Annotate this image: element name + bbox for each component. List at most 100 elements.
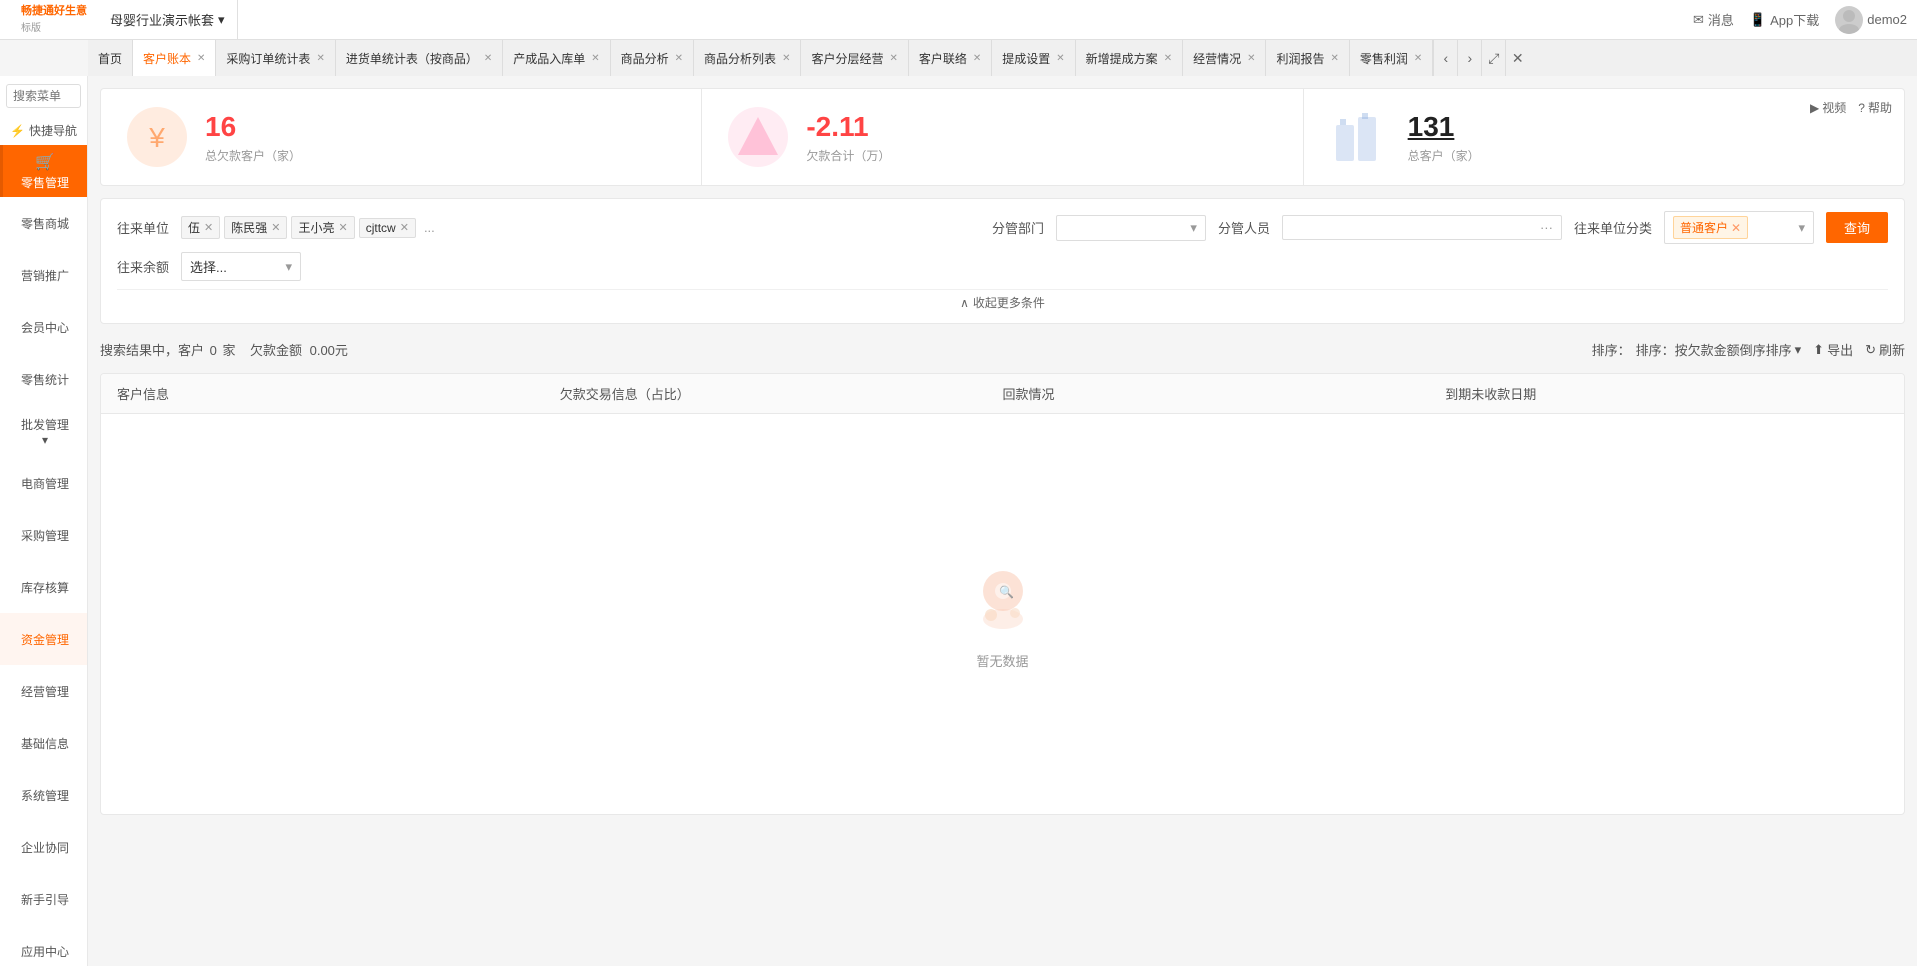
tab-customer-stratification[interactable]: 客户分层经营 ✕ xyxy=(801,40,908,76)
tab-commission-close[interactable]: ✕ xyxy=(1056,53,1064,64)
tab-product-list-close[interactable]: ✕ xyxy=(782,53,790,64)
sidebar-item-wholesale-mgmt[interactable]: 批发管理 ▾ xyxy=(0,405,87,457)
query-button[interactable]: 查询 xyxy=(1826,212,1888,243)
sidebar-item-ecommerce[interactable]: 电商管理 xyxy=(0,457,87,509)
debt-amount-label: 欠款金额 xyxy=(250,343,302,358)
debt-bg-icon xyxy=(726,105,790,169)
refresh-icon: ↻ xyxy=(1865,342,1876,358)
sidebar-item-sys-mgmt[interactable]: 系统管理 xyxy=(0,769,87,821)
tab-contact-close[interactable]: ✕ xyxy=(973,53,981,64)
tab-inbound-stats[interactable]: 进货单统计表（按商品） ✕ xyxy=(336,40,503,76)
tab-profit-close[interactable]: ✕ xyxy=(1331,53,1339,64)
tab-scroll-right[interactable]: › xyxy=(1457,40,1481,76)
svg-text:🔍: 🔍 xyxy=(999,584,1014,599)
sidebar-item-marketing[interactable]: 营销推广 xyxy=(0,249,87,301)
logo: 畅捷通好生意 标版 xyxy=(10,5,98,33)
sidebar-item-retail-mgmt[interactable]: 🛒 零售管理 xyxy=(0,145,87,197)
tab-close-all[interactable]: ✕ xyxy=(1505,40,1529,76)
basic-info-label: 基础信息 xyxy=(21,735,69,752)
sort-dropdown[interactable]: 排序： 排序：按欠款金额倒序排序 ▾ xyxy=(1592,340,1802,359)
customer-count-value: 0 xyxy=(210,343,217,358)
sidebar-item-corp-collab[interactable]: 企业协同 xyxy=(0,821,87,873)
tab-home[interactable]: 首页 xyxy=(88,40,133,76)
tab-product-analysis-list[interactable]: 商品分析列表 ✕ xyxy=(694,40,801,76)
filter-tag-wang: 王小亮 ✕ xyxy=(291,216,354,239)
refresh-btn[interactable]: ↻ 刷新 xyxy=(1865,340,1905,359)
filter-person-value xyxy=(1291,220,1295,235)
tab-operations[interactable]: 经营情况 ✕ xyxy=(1183,40,1266,76)
filter-tag-wu-close[interactable]: ✕ xyxy=(204,221,213,234)
filter-person-dots[interactable]: ··· xyxy=(1540,220,1553,235)
selected-category-remove[interactable]: ✕ xyxy=(1731,221,1741,235)
filter-dept-select[interactable]: ▾ xyxy=(1056,215,1206,241)
tab-strat-close[interactable]: ✕ xyxy=(889,53,897,64)
tab-expand[interactable]: ⤢ xyxy=(1481,40,1505,76)
sidebar-item-member-center[interactable]: 会员中心 xyxy=(0,301,87,353)
stat-label-total: 总客户（家） xyxy=(1408,147,1880,164)
sidebar-item-retail-stats[interactable]: 零售统计 xyxy=(0,353,87,405)
filter-dept-value xyxy=(1065,220,1069,235)
search-input[interactable] xyxy=(6,84,81,108)
tab-purchase-order-stats[interactable]: 采购订单统计表 ✕ xyxy=(216,40,335,76)
sidebar-item-new-guide[interactable]: 新手引导 xyxy=(0,873,87,925)
filter-category-select[interactable]: 普通客户 ✕ ▾ xyxy=(1664,211,1814,244)
collapse-filters-btn[interactable]: ∧ 收起更多条件 xyxy=(117,289,1888,311)
sidebar-item-operations[interactable]: 经营管理 xyxy=(0,665,87,717)
filter-area: 往来单位 伍 ✕ 陈民强 ✕ 王小亮 ✕ cjttcw xyxy=(100,198,1905,324)
retail-mall-label: 零售商城 xyxy=(21,215,69,232)
tab-product-analysis-close[interactable]: ✕ xyxy=(675,53,683,64)
tab-product-analysis-list-label: 商品分析列表 xyxy=(704,50,776,67)
tab-customer-ledger[interactable]: 客户账本 ✕ xyxy=(133,40,216,76)
tab-product-analysis[interactable]: 商品分析 ✕ xyxy=(611,40,694,76)
help-link[interactable]: ? 帮助 xyxy=(1858,99,1892,116)
marketing-label: 营销推广 xyxy=(21,267,69,284)
tab-product-inbound[interactable]: 产成品入库单 ✕ xyxy=(503,40,610,76)
filter-more-indicator[interactable]: ... xyxy=(420,218,439,237)
message-btn[interactable]: ✉ 消息 xyxy=(1693,10,1734,29)
tab-retail-profit[interactable]: 零售利润 ✕ xyxy=(1350,40,1433,76)
filter-tag-chen-close[interactable]: ✕ xyxy=(271,221,280,234)
sidebar-item-inventory[interactable]: 库存核算 xyxy=(0,561,87,613)
tab-customer-contact-label: 客户联络 xyxy=(919,50,967,67)
tab-customer-ledger-close[interactable]: ✕ xyxy=(197,53,205,64)
sort-label: 排序：按欠款金额倒序排序 xyxy=(1636,340,1792,359)
filter-balance-select[interactable]: 选择... ▾ xyxy=(181,252,301,281)
tab-ops-close[interactable]: ✕ xyxy=(1247,53,1255,64)
tab-product-close[interactable]: ✕ xyxy=(591,53,599,64)
video-icon: ▶ xyxy=(1810,101,1819,115)
selected-category-tag: 普通客户 ✕ xyxy=(1673,216,1748,239)
tab-retail-profit-close[interactable]: ✕ xyxy=(1414,53,1422,64)
video-link[interactable]: ▶ 视频 xyxy=(1810,99,1846,116)
tab-newcom-close[interactable]: ✕ xyxy=(1164,53,1172,64)
filter-tag-cjttcw-close[interactable]: ✕ xyxy=(400,221,409,234)
sidebar-item-basic-info[interactable]: 基础信息 xyxy=(0,717,87,769)
tab-customer-contact[interactable]: 客户联络 ✕ xyxy=(909,40,992,76)
table-header: 客户信息 欠款交易信息（占比） 回款情况 到期未收款日期 xyxy=(101,374,1904,414)
user-profile[interactable]: demo2 xyxy=(1835,6,1907,34)
workspace-selector[interactable]: 母婴行业演示帐套 ▾ xyxy=(98,0,238,40)
sidebar-item-app-center[interactable]: 应用中心 xyxy=(0,925,87,966)
filter-tag-wu-label: 伍 xyxy=(188,219,200,236)
sidebar-search-area xyxy=(0,76,87,116)
tab-purchase-close[interactable]: ✕ xyxy=(316,53,324,64)
sidebar-item-quick-nav[interactable]: ⚡ 快捷导航 xyxy=(0,116,87,145)
tab-profit-report[interactable]: 利润报告 ✕ xyxy=(1266,40,1349,76)
sidebar-item-retail-mall[interactable]: 零售商城 xyxy=(0,197,87,249)
tab-new-commission[interactable]: 新增提成方案 ✕ xyxy=(1076,40,1183,76)
filter-tag-wang-close[interactable]: ✕ xyxy=(339,221,348,234)
export-btn[interactable]: ⬆ 导出 xyxy=(1813,340,1853,359)
sidebar-item-finance[interactable]: 资金管理 xyxy=(0,613,87,665)
tab-scroll-left[interactable]: ‹ xyxy=(1433,40,1457,76)
tab-inbound-close[interactable]: ✕ xyxy=(484,53,492,64)
export-label: 导出 xyxy=(1827,340,1853,359)
sidebar-item-purchase[interactable]: 采购管理 xyxy=(0,509,87,561)
svg-text:¥: ¥ xyxy=(148,122,165,153)
finance-label: 资金管理 xyxy=(21,631,69,648)
member-center-label: 会员中心 xyxy=(21,319,69,336)
app-download-btn[interactable]: 📱 App下载 xyxy=(1750,10,1819,29)
filter-person-input[interactable]: ··· xyxy=(1282,215,1562,240)
top-bar: 畅捷通好生意 标版 母婴行业演示帐套 ▾ ✉ 消息 📱 App下载 demo2 xyxy=(0,0,1917,40)
tab-commission-settings[interactable]: 提成设置 ✕ xyxy=(992,40,1075,76)
stat-label-customers: 总欠款客户（家） xyxy=(205,147,677,164)
stat-value-customers: 16 xyxy=(205,111,677,143)
